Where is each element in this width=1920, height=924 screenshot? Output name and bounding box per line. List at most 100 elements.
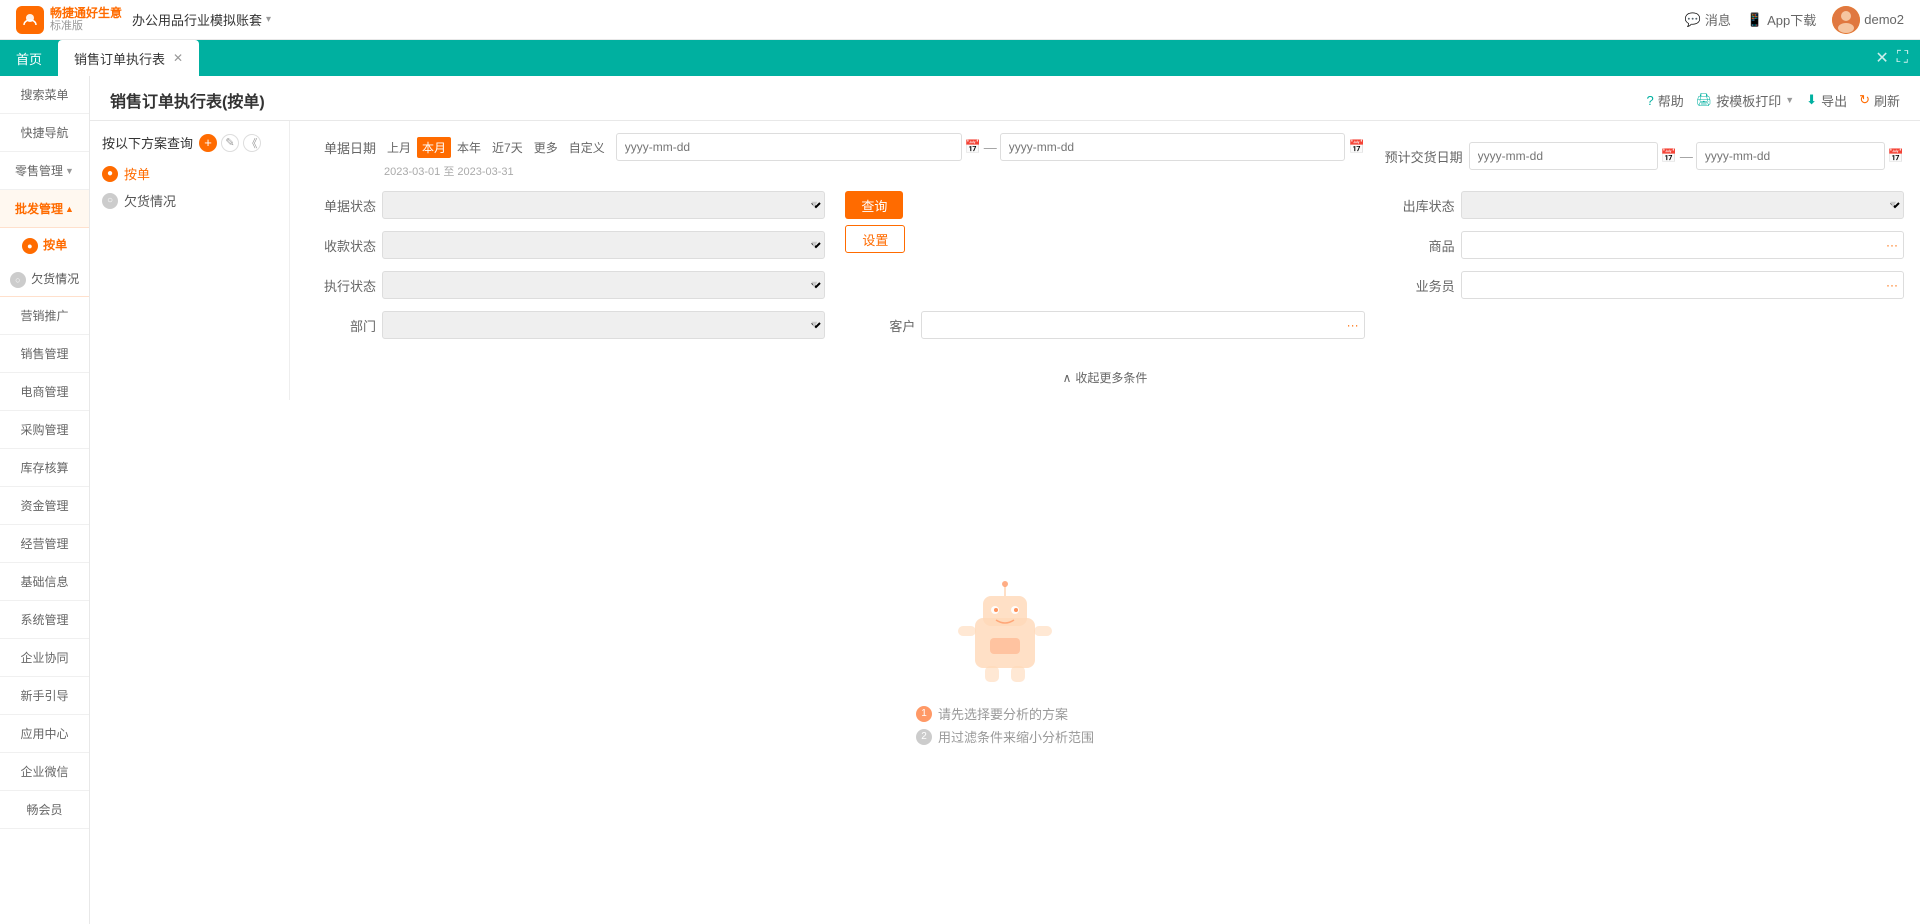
expected-date-from-icon[interactable]: 📅 [1661,148,1677,164]
sidebar-item-system[interactable]: 系统管理 [0,601,89,639]
filter-dept: 部门 ▼ [306,311,825,339]
sidebar-sub-item-backorder[interactable]: ○ 欠货情况 [0,262,89,296]
sub-item-icon: ○ [10,272,26,288]
filter-right-panel: 单据日期 上月 本月 本年 近7天 更多 自定义 � [290,121,1920,400]
empty-hint-2: 2 用过滤条件来缩小分析范围 [916,727,1094,746]
sidebar-item-operations[interactable]: 经营管理 [0,525,89,563]
sidebar-item-search-menu[interactable]: 搜索菜单 [0,76,89,114]
sidebar-item-app-center[interactable]: 应用中心 [0,715,89,753]
filter-date-item: 单据日期 上月 本月 本年 近7天 更多 自定义 � [306,133,1365,179]
breadcrumb[interactable]: 办公用品行业模拟账套 ▾ [132,10,271,29]
filter-left-title: 按以下方案查询 + ✎ 《 [102,133,277,152]
sidebar-item-member[interactable]: 畅会员 [0,791,89,829]
empty-illustration [950,578,1060,688]
sidebar-item-retail[interactable]: 零售管理 ▼ [0,152,89,190]
empty-state: 1 请先选择要分析的方案 2 用过滤条件来缩小分析范围 [90,400,1920,924]
message-button[interactable]: 💬 消息 [1685,10,1731,29]
date-from-calendar-icon[interactable]: 📅 [965,139,981,155]
logo-text: 畅捷通好生意 标准版 [50,6,122,34]
export-button[interactable]: ⬇ 导出 [1806,91,1847,110]
customer-input[interactable] [921,311,1364,339]
salesperson-input[interactable] [1461,271,1904,299]
expected-date-to-icon[interactable]: 📅 [1888,148,1904,164]
filter-scheme-item[interactable]: ● 按单 [102,160,277,187]
filter-section: 按以下方案查询 + ✎ 《 ● 按单 ○ 欠货情况 [90,121,1920,400]
chevron-up-icon: ▲ [65,204,74,214]
refresh-icon: ↻ [1859,92,1870,108]
date-tab-this-year[interactable]: 本年 [452,137,486,158]
sidebar-item-finance[interactable]: 资金管理 [0,487,89,525]
chevron-down-icon: ▼ [65,166,74,176]
settings-button[interactable]: 设置 [845,225,905,253]
sub-item-active-icon: ● [22,238,38,254]
sidebar-item-sales-mgmt[interactable]: 销售管理 [0,335,89,373]
sidebar-item-newbie[interactable]: 新手引导 [0,677,89,715]
logo-area: 畅捷通好生意 标准版 [16,6,122,34]
filter-scheme-item2[interactable]: ○ 欠货情况 [102,187,277,214]
date-to-calendar-icon[interactable]: 📅 [1348,139,1364,155]
user-menu[interactable]: demo2 [1832,6,1904,34]
date-tab-this-month[interactable]: 本月 [417,137,451,158]
date-tab-7days[interactable]: 近7天 [487,137,528,158]
sidebar-item-enterprise[interactable]: 企业协同 [0,639,89,677]
filter-expected-date: 预计交货日期 📅 — 📅 [1385,133,1904,179]
sidebar-sub-item-by-order[interactable]: ● 按单 [0,228,89,262]
hint-num-1-icon: 1 [916,706,932,722]
expected-date-from-input[interactable] [1469,142,1658,170]
sidebar-item-quick-nav[interactable]: 快捷导航 [0,114,89,152]
filter-payment-status: 收款状态 ▼ [306,231,825,259]
filter-salesperson: 业务员 ··· [1385,271,1904,299]
customer-more-icon[interactable]: ··· [1347,318,1359,332]
nav-tabs-bar: 首页 销售订单执行表 ✕ ✕ ⛶ [0,40,1920,76]
payment-status-select[interactable] [382,231,825,259]
scheme-inactive-icon: ○ [102,193,118,209]
doc-status-select[interactable] [382,191,825,219]
empty-hint-1: 1 请先选择要分析的方案 [916,704,1094,723]
sidebar: 搜索菜单 快捷导航 零售管理 ▼ 批发管理 ▲ ● 按单 ○ 欠货情况 营销推广… [0,76,90,924]
help-button[interactable]: ? 帮助 [1646,91,1683,110]
help-icon: ? [1646,93,1653,108]
sidebar-item-purchase[interactable]: 采购管理 [0,411,89,449]
download-icon: 📱 [1747,12,1763,28]
sidebar-item-wholesale[interactable]: 批发管理 ▲ [0,190,89,228]
goods-more-icon[interactable]: ··· [1886,238,1898,252]
tab-sales-order[interactable]: 销售订单执行表 ✕ [58,40,199,76]
app-download-button[interactable]: 📱 App下载 [1747,10,1816,29]
filter-delivery-status: 出库状态 ▼ [1385,191,1904,219]
sidebar-item-marketing[interactable]: 营销推广 [0,296,89,335]
date-to-input[interactable] [1000,133,1346,161]
expected-date-to-input[interactable] [1696,142,1885,170]
page-header-actions: ? 帮助 🖨 按模板打印 ▼ ⬇ 导出 ↻ 刷新 [1646,91,1900,110]
date-tab-more[interactable]: 更多 [529,137,563,158]
salesperson-more-icon[interactable]: ··· [1886,278,1898,292]
filter-goods: 商品 ··· [1385,231,1904,259]
collapse-filters-button[interactable]: ∧ 收起更多条件 [306,363,1904,388]
exec-status-select[interactable] [382,271,825,299]
export-icon: ⬇ [1806,92,1817,108]
date-tab-custom[interactable]: 自定义 [564,137,610,158]
refresh-button[interactable]: ↻ 刷新 [1859,91,1900,110]
close-window-icon[interactable]: ✕ [1875,48,1888,68]
filter-customer: 客户 ··· [845,311,1364,339]
edit-scheme-button[interactable]: ✎ [221,134,239,152]
goods-input[interactable] [1461,231,1904,259]
print-button[interactable]: 🖨 按模板打印 ▼ [1696,91,1794,110]
collapse-scheme-button[interactable]: 《 [243,134,261,152]
page-title: 销售订单执行表(按单) [110,88,265,112]
hint-num-2-icon: 2 [916,729,932,745]
nav-tab-actions: ✕ ⛶ [1875,48,1920,68]
expand-window-icon[interactable]: ⛶ [1897,49,1908,67]
dept-select[interactable] [382,311,825,339]
sidebar-item-inventory[interactable]: 库存核算 [0,449,89,487]
scheme-active-icon: ● [102,166,118,182]
search-button[interactable]: 查询 [845,191,903,219]
sidebar-item-basics[interactable]: 基础信息 [0,563,89,601]
sidebar-item-wechat[interactable]: 企业微信 [0,753,89,791]
delivery-status-select[interactable] [1461,191,1904,219]
tab-home[interactable]: 首页 [0,40,58,76]
date-from-input[interactable] [616,133,962,161]
tab-close-icon[interactable]: ✕ [173,51,183,65]
add-scheme-button[interactable]: + [199,134,217,152]
date-tab-last-month[interactable]: 上月 [382,137,416,158]
sidebar-item-ecommerce[interactable]: 电商管理 [0,373,89,411]
